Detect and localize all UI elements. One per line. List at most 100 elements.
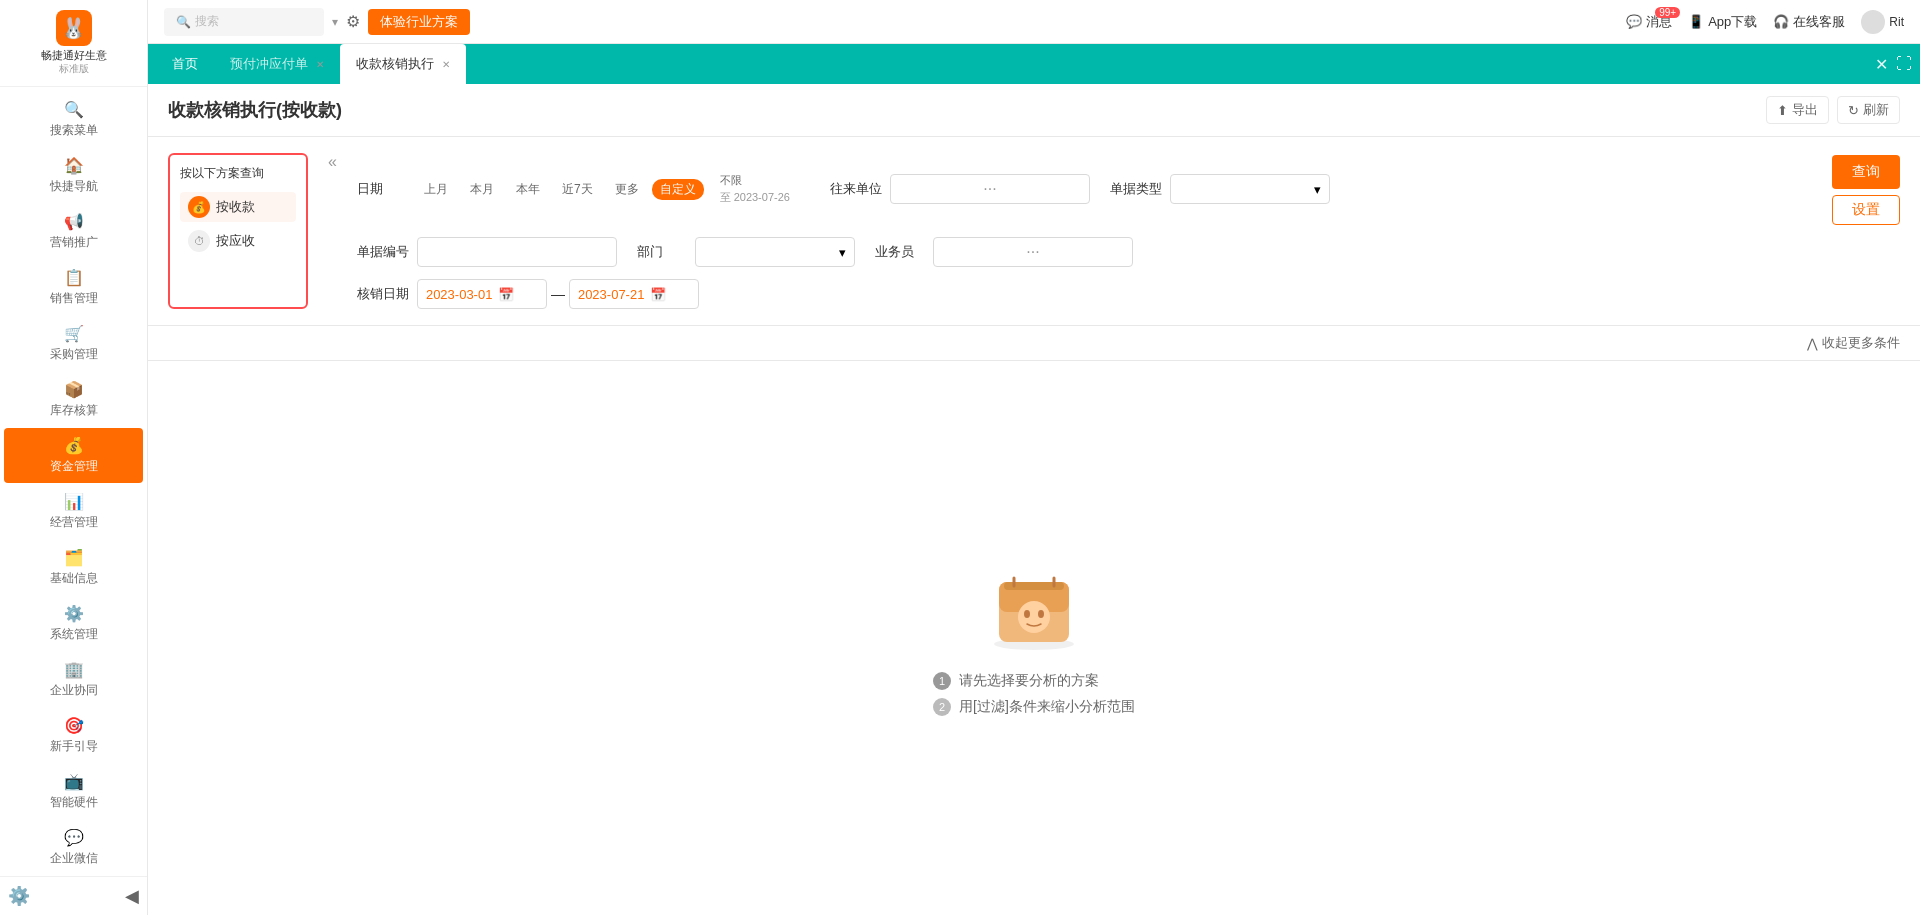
offset-date-end[interactable]: 2023-07-21 📅 (569, 279, 699, 309)
voucher-num-input[interactable] (417, 237, 617, 267)
offset-date-label: 核销日期 (357, 285, 409, 303)
refresh-btn[interactable]: ↻ 刷新 (1837, 96, 1900, 124)
sidebar-item-purchase[interactable]: 🛒 采购管理 (4, 316, 143, 371)
sidebar-item-smart-hw[interactable]: 📺 智能硬件 (4, 764, 143, 819)
staff-label: 业务员 (875, 243, 925, 261)
sidebar-logo: 🐰 畅捷通好生意 标准版 (0, 0, 147, 87)
sales-icon: 📋 (64, 268, 84, 287)
sidebar-item-wechat[interactable]: 💬 企业微信 (4, 820, 143, 875)
message-icon: 💬 (1626, 14, 1642, 29)
expand-tab-btn[interactable]: ⛶ (1896, 55, 1912, 73)
collapse-sidebar-icon[interactable]: ◀ (125, 885, 139, 907)
filter-panel-title: 按以下方案查询 (180, 165, 296, 182)
date-custom-badge[interactable]: 自定义 (652, 179, 704, 200)
page-body: 收款核销执行(按收款) ⬆ 导出 ↻ 刷新 按以下方案查询 💰 按收款 (148, 84, 1920, 915)
by-receivable-label: 按应收 (216, 232, 255, 250)
empty-state: 1 请先选择要分析的方案 2 用[过滤]条件来缩小分析范围 (148, 361, 1920, 915)
refresh-icon: ↻ (1848, 103, 1859, 118)
collapse-filter-icon[interactable]: « (324, 153, 341, 309)
filter-date-item: 日期 上月 本月 本年 近7天 更多 自定义 不限 至 2023-07-26 (357, 173, 790, 205)
sidebar-item-quick-nav[interactable]: 🏠 快捷导航 (4, 148, 143, 203)
voucher-type-select[interactable]: ▾ (1170, 174, 1330, 204)
sidebar-item-operation[interactable]: 📊 经营管理 (4, 484, 143, 539)
tab-collection-close[interactable]: ✕ (442, 59, 450, 70)
filter-voucher-num-item: 单据编号 (357, 237, 617, 267)
tab-collection[interactable]: 收款核销执行 ✕ (340, 44, 466, 84)
date-last-month-btn[interactable]: 上月 (415, 178, 457, 201)
app-download-btn[interactable]: 📱 App下载 (1688, 13, 1757, 31)
staff-input[interactable]: ··· (933, 237, 1133, 267)
logo-text: 畅捷通好生意 (41, 48, 107, 62)
filter-option-by-receivable[interactable]: ⏱ 按应收 (180, 226, 296, 256)
search-placeholder: 搜索 (195, 13, 219, 30)
offset-date-start[interactable]: 2023-03-01 📅 (417, 279, 547, 309)
tab-home[interactable]: 首页 (156, 44, 214, 84)
topbar-search[interactable]: 🔍 搜索 (164, 8, 324, 36)
sidebar-item-inventory[interactable]: 📦 库存核算 (4, 372, 143, 427)
logo-icon: 🐰 (56, 10, 92, 46)
partner-input[interactable]: ··· (890, 174, 1090, 204)
sidebar-item-enterprise[interactable]: 🏢 企业协同 (4, 652, 143, 707)
date-this-month-btn[interactable]: 本月 (461, 178, 503, 201)
query-btn[interactable]: 查询 (1832, 155, 1900, 189)
empty-illustration (974, 552, 1094, 652)
filter-right-panel: 日期 上月 本月 本年 近7天 更多 自定义 不限 至 2023-07-26 (357, 153, 1900, 309)
sidebar-item-guide[interactable]: 🎯 新手引导 (4, 708, 143, 763)
message-btn[interactable]: 💬 消息 99+ (1626, 13, 1672, 31)
step-1-num: 1 (933, 672, 951, 690)
empty-step-2: 2 用[过滤]条件来缩小分析范围 (933, 698, 1135, 716)
date-to-label: 至 2023-07-26 (720, 190, 790, 205)
topbar-gear-icon[interactable]: ⚙ (346, 12, 360, 31)
filter-option-by-receipt[interactable]: 💰 按收款 (180, 192, 296, 222)
topbar-right: 💬 消息 99+ 📱 App下载 🎧 在线客服 Rit (1626, 10, 1904, 34)
user-menu[interactable]: Rit (1861, 10, 1904, 34)
sidebar-item-search-menu[interactable]: 🔍 搜索菜单 (4, 92, 143, 147)
export-btn[interactable]: ⬆ 导出 (1766, 96, 1829, 124)
sidebar-item-basic-info[interactable]: 🗂️ 基础信息 (4, 540, 143, 595)
date-more-btn[interactable]: 更多 (606, 178, 648, 201)
date-dash: — (551, 286, 565, 302)
user-avatar (1861, 10, 1885, 34)
offset-date-end-value: 2023-07-21 (578, 287, 645, 302)
filter-row-1: 日期 上月 本月 本年 近7天 更多 自定义 不限 至 2023-07-26 (357, 153, 1900, 225)
filter-voucher-type-item: 单据类型 ▾ (1110, 174, 1330, 204)
sidebar-item-finance[interactable]: 💰 资金管理 (4, 428, 143, 483)
online-service-btn[interactable]: 🎧 在线客服 (1773, 13, 1845, 31)
operation-icon: 📊 (64, 492, 84, 511)
date-this-year-btn[interactable]: 本年 (507, 178, 549, 201)
main-content: 🔍 搜索 ▾ ⚙ 体验行业方案 💬 消息 99+ 📱 App下载 🎧 在线客服 (148, 0, 1920, 915)
filter-area: 按以下方案查询 💰 按收款 ⏱ 按应收 « 日期 上月 (148, 137, 1920, 326)
sidebar-item-system[interactable]: ⚙️ 系统管理 (4, 596, 143, 651)
search-menu-icon: 🔍 (64, 100, 84, 119)
sidebar-item-sales[interactable]: 📋 销售管理 (4, 260, 143, 315)
sidebar-item-marketing[interactable]: 📢 营销推广 (4, 204, 143, 259)
tab-home-label: 首页 (172, 55, 198, 73)
filter-dept-item: 部门 ▾ (637, 237, 855, 267)
collapse-more-bar[interactable]: ⋀ 收起更多条件 (148, 326, 1920, 361)
collapse-more-icon: ⋀ (1807, 336, 1818, 351)
service-label: 在线客服 (1793, 13, 1845, 31)
app-icon: 📱 (1688, 14, 1704, 29)
filter-staff-item: 业务员 ··· (875, 237, 1133, 267)
tab-prepay-close[interactable]: ✕ (316, 59, 324, 70)
by-receipt-label: 按收款 (216, 198, 255, 216)
industry-btn[interactable]: 体验行业方案 (368, 9, 470, 35)
topbar-dropdown-icon[interactable]: ▾ (332, 15, 338, 29)
voucher-num-label: 单据编号 (357, 243, 409, 261)
export-icon: ⬆ (1777, 103, 1788, 118)
close-tab-btn[interactable]: ✕ (1875, 55, 1888, 74)
settings-btn[interactable]: 设置 (1832, 195, 1900, 225)
settings-icon[interactable]: ⚙️ (8, 885, 30, 907)
empty-svg (974, 552, 1094, 652)
tab-prepay[interactable]: 预付冲应付单 ✕ (214, 44, 340, 84)
svg-point-4 (1018, 601, 1050, 633)
filter-row-2: 单据编号 部门 ▾ 业务员 ··· (357, 237, 1900, 267)
empty-step-1: 1 请先选择要分析的方案 (933, 672, 1135, 690)
app-label: App下载 (1708, 13, 1757, 31)
offset-date-range: 2023-03-01 📅 — 2023-07-21 📅 (417, 279, 699, 309)
dept-select[interactable]: ▾ (695, 237, 855, 267)
date-no-limit: 不限 (720, 173, 790, 188)
enterprise-icon: 🏢 (64, 660, 84, 679)
page-header-actions: ⬆ 导出 ↻ 刷新 (1766, 96, 1900, 136)
date-7-days-btn[interactable]: 近7天 (553, 178, 602, 201)
